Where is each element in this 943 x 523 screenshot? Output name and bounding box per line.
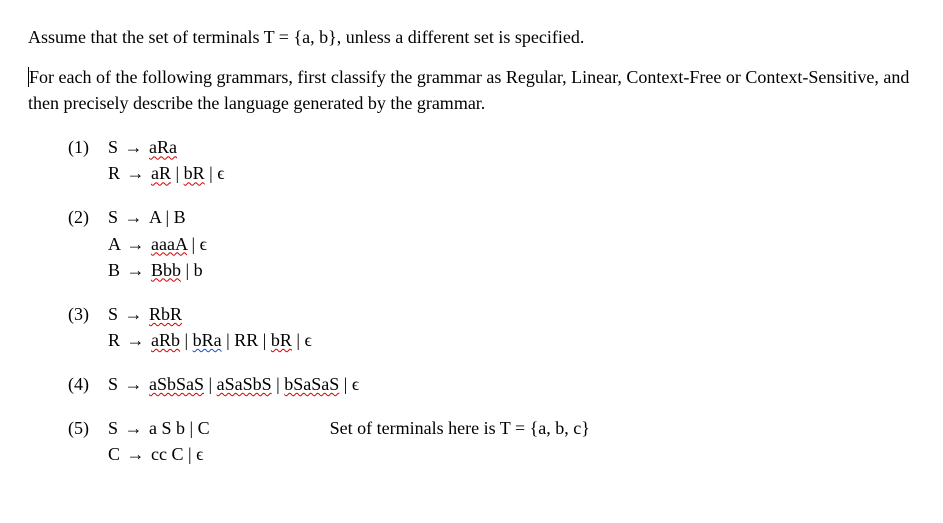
production: S → A | B [108, 204, 186, 230]
production-lhs: C [108, 444, 125, 464]
rhs-term: b [194, 260, 203, 280]
alternative-bar: | [205, 163, 218, 183]
rhs-term: bR [271, 330, 292, 350]
production-sub-line: B → Bbb | b [108, 257, 915, 283]
production-rhs: A | B [149, 207, 186, 227]
production-sub-line: R → aR | bR | ϵ [108, 160, 915, 186]
production-rhs: aaaA | ϵ [151, 234, 207, 254]
rhs-term: aRb [151, 330, 180, 350]
rhs-term: bR [184, 163, 205, 183]
rhs-term: C [198, 418, 210, 438]
problem-number: (2) [68, 204, 108, 230]
production: S → RbR [108, 301, 182, 327]
problem-item: (2)S → A | BA → aaaA | ϵB → Bbb | b [68, 204, 915, 282]
problem-item: (1)S → aRaR → aR | bR | ϵ [68, 134, 915, 186]
alternative-bar: | [161, 207, 174, 227]
intro-text-1: Assume that the set of terminals T = {a,… [28, 27, 584, 47]
problem-number: (5) [68, 415, 108, 441]
production-rhs: a S b | C [149, 418, 210, 438]
production-lhs: S [108, 418, 123, 438]
arrow-icon: → [125, 444, 152, 464]
arrow-icon: → [123, 374, 150, 394]
rhs-term: aR [151, 163, 171, 183]
production-lhs: A [108, 234, 125, 254]
rhs-term: bRa [193, 330, 222, 350]
arrow-icon: → [125, 163, 152, 183]
arrow-icon: → [123, 304, 150, 324]
production-rhs: aRb | bRa | RR | bR | ϵ [151, 330, 312, 350]
rhs-term: ϵ [196, 444, 203, 464]
production: S → aRa [108, 134, 177, 160]
production-first-line: (3)S → RbR [68, 301, 915, 327]
production-lhs: R [108, 163, 125, 183]
problems-list: (1)S → aRaR → aR | bR | ϵ(2)S → A | BA →… [68, 134, 915, 467]
production-lhs: R [108, 330, 125, 350]
production-rhs: Bbb | b [151, 260, 203, 280]
problem-number: (4) [68, 371, 108, 397]
alternative-bar: | [292, 330, 305, 350]
rhs-term: ϵ [200, 234, 207, 254]
production-sub-line: R → aRb | bRa | RR | bR | ϵ [108, 327, 915, 353]
production: S → a S b | C [108, 415, 210, 441]
alternative-bar: | [272, 374, 285, 394]
intro-paragraph-2: For each of the following grammars, firs… [28, 64, 915, 116]
rhs-term: ϵ [304, 330, 311, 350]
alternative-bar: | [180, 330, 193, 350]
rhs-term: RR [234, 330, 258, 350]
rhs-term: A [149, 207, 161, 227]
arrow-icon: → [123, 137, 150, 157]
problem-item: (5)S → a S b | C Set of terminals here is… [68, 415, 915, 467]
alternative-bar: | [187, 234, 200, 254]
alternative-bar: | [185, 418, 198, 438]
arrow-icon: → [125, 260, 152, 280]
rhs-term: B [174, 207, 186, 227]
production: S → aSbSaS | aSaSbS | bSaSaS | ϵ [108, 371, 359, 397]
production-first-line: (5)S → a S b | C Set of terminals here is… [68, 415, 915, 441]
arrow-icon: → [123, 207, 150, 227]
problem-number: (1) [68, 134, 108, 160]
production-first-line: (1)S → aRa [68, 134, 915, 160]
arrow-icon: → [123, 418, 150, 438]
alternative-bar: | [184, 444, 197, 464]
intro-paragraph-1: Assume that the set of terminals T = {a,… [28, 24, 915, 50]
rhs-term: a S b [149, 418, 185, 438]
problem-note: Set of terminals here is T = {a, b, c} [330, 415, 590, 441]
rhs-term: RbR [149, 304, 182, 324]
production-rhs: aR | bR | ϵ [151, 163, 225, 183]
alternative-bar: | [258, 330, 271, 350]
arrow-icon: → [125, 330, 152, 350]
production-rhs: RbR [149, 304, 182, 324]
rhs-term: Bbb [151, 260, 181, 280]
problem-item: (3)S → RbRR → aRb | bRa | RR | bR | ϵ [68, 301, 915, 353]
alternative-bar: | [171, 163, 184, 183]
production-sub-line: A → aaaA | ϵ [108, 231, 915, 257]
production-lhs: B [108, 260, 125, 280]
rhs-term: aSbSaS [149, 374, 204, 394]
production-rhs: aRa [149, 137, 177, 157]
rhs-term: aaaA [151, 234, 187, 254]
production-lhs: S [108, 207, 123, 227]
alternative-bar: | [204, 374, 217, 394]
problem-number: (3) [68, 301, 108, 327]
production-lhs: S [108, 304, 123, 324]
rhs-term: aSaSbS [217, 374, 272, 394]
rhs-term: aRa [149, 137, 177, 157]
problem-item: (4)S → aSbSaS | aSaSbS | bSaSaS | ϵ [68, 371, 915, 397]
alternative-bar: | [339, 374, 352, 394]
rhs-term: ϵ [352, 374, 359, 394]
intro-text-2: For each of the following grammars, firs… [28, 67, 909, 113]
production-lhs: S [108, 137, 123, 157]
alternative-bar: | [222, 330, 235, 350]
production-rhs: cc C | ϵ [151, 444, 203, 464]
production-sub-line: C → cc C | ϵ [108, 441, 915, 467]
production-rhs: aSbSaS | aSaSbS | bSaSaS | ϵ [149, 374, 359, 394]
alternative-bar: | [181, 260, 194, 280]
production-first-line: (2)S → A | B [68, 204, 915, 230]
rhs-term: ϵ [217, 163, 224, 183]
rhs-term: bSaSaS [284, 374, 339, 394]
production-first-line: (4)S → aSbSaS | aSaSbS | bSaSaS | ϵ [68, 371, 915, 397]
arrow-icon: → [125, 234, 152, 254]
production-lhs: S [108, 374, 123, 394]
rhs-term: cc C [151, 444, 183, 464]
